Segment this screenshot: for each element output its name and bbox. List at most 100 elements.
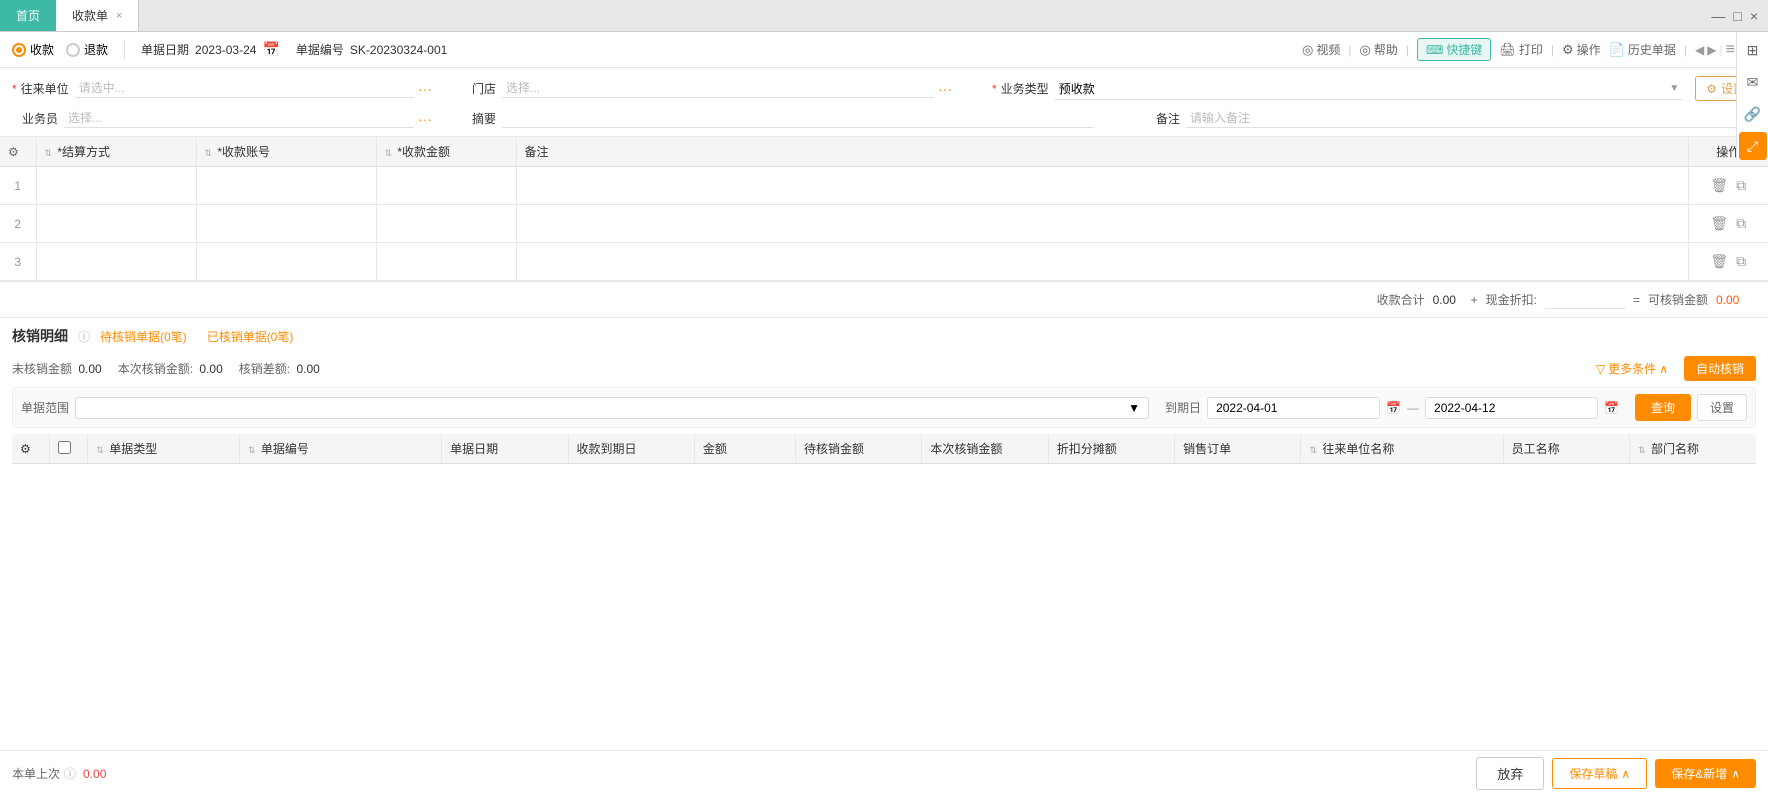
gear-icon-2[interactable]: ⚙ [20, 442, 31, 456]
help-icon: ◎ [1360, 42, 1371, 58]
radio-refund-dot [66, 43, 80, 57]
more-conditions-button[interactable]: ▽ 更多条件 ∧ [1596, 360, 1668, 377]
delete-icon-1[interactable]: 🗑 [1710, 177, 1728, 194]
doc-label: 单据编号 [296, 41, 344, 58]
delete-icon-3[interactable]: 🗑 [1710, 253, 1728, 270]
maximize-button[interactable]: □ [1733, 8, 1741, 24]
date-from-input[interactable] [1207, 397, 1380, 419]
th-gear[interactable]: ⚙ [0, 137, 36, 167]
unverified-val: 0.00 [78, 362, 101, 376]
settings-gear-icon: ⚙ [1706, 82, 1717, 96]
bottom-label: 本单上次 [12, 765, 60, 782]
tab-receipt[interactable]: 收款单 × [56, 0, 139, 31]
diff-val: 0.00 [296, 362, 319, 376]
sidebar-clip-icon[interactable]: 🔗 [1739, 100, 1767, 128]
cell-account-3[interactable] [196, 243, 376, 281]
staff-more-icon[interactable]: ··· [418, 111, 432, 127]
cell-amount-2[interactable] [376, 205, 516, 243]
doc-range-select[interactable]: ▼ [75, 397, 1149, 419]
tab-close-icon[interactable]: × [116, 10, 122, 22]
save-button[interactable]: 保存&新增 ∧ [1655, 759, 1756, 788]
video-button[interactable]: ◎ 视频 [1302, 41, 1340, 58]
sidebar-table-icon[interactable]: ⊞ [1739, 36, 1767, 64]
help-button[interactable]: ◎ 帮助 [1360, 41, 1398, 58]
calendar-icon[interactable]: 📅 [262, 41, 279, 58]
tab-home[interactable]: 首页 [0, 0, 56, 31]
sort-icon-doc-no: ⇅ [248, 445, 256, 455]
store-more-icon[interactable]: ··· [938, 81, 952, 97]
sort-icon-dept: ⇅ [1638, 445, 1646, 455]
copy-icon-3[interactable]: ⧉ [1736, 253, 1746, 270]
counterpart-more-icon[interactable]: ··· [418, 81, 432, 97]
biz-type-select[interactable]: 预收款 ▼ [1055, 78, 1684, 100]
delete-icon-2[interactable]: 🗑 [1710, 215, 1728, 232]
verify-header: 核销明细 ⓘ 待核销单据(0笔) 已核销单据(0笔) [12, 326, 1756, 346]
cal-icon-2[interactable]: 📅 [1604, 401, 1619, 415]
radio-receive[interactable]: 收款 [12, 41, 54, 58]
cell-remark-2[interactable] [516, 205, 1688, 243]
sort-icon-doc-type: ⇅ [96, 445, 104, 455]
cell-account-2[interactable] [196, 205, 376, 243]
store-input[interactable] [502, 79, 934, 98]
bottom-info-icon[interactable]: ⓘ [64, 765, 76, 782]
cell-remark-1[interactable] [516, 167, 1688, 205]
counterpart-input[interactable] [75, 79, 414, 98]
list-icon[interactable]: ≡ [1726, 41, 1735, 59]
copy-icon-2[interactable]: ⧉ [1736, 215, 1746, 232]
minimize-button[interactable]: — [1711, 8, 1725, 24]
ops-button[interactable]: ⚙ 操作 [1562, 41, 1601, 58]
staff-field: 业务员 ··· [12, 109, 432, 128]
gear-icon[interactable]: ⚙ [8, 145, 19, 159]
nav-left-icon[interactable]: ◀ [1695, 43, 1704, 57]
history-button[interactable]: 📄 历史单据 [1609, 41, 1676, 58]
cell-settle-2[interactable] [36, 205, 196, 243]
verify-info-icon[interactable]: ⓘ [78, 328, 90, 345]
draft-button[interactable]: 保存草稿 ∧ [1552, 758, 1647, 789]
verify-done-tab[interactable]: 已核销单据(0笔) [207, 328, 294, 345]
auto-verify-button[interactable]: 自动核销 [1684, 356, 1756, 381]
summary-input[interactable] [502, 109, 1094, 128]
print-button[interactable]: 🖨 打印 [1499, 41, 1543, 58]
date-value[interactable]: 2023-03-24 [195, 43, 256, 57]
staff-input[interactable] [64, 109, 414, 128]
shortcut-button[interactable]: ⌨ 快捷键 [1417, 38, 1491, 61]
select-all-checkbox[interactable] [58, 441, 71, 454]
nav-right-icon[interactable]: ▶ [1707, 43, 1716, 57]
cell-settle-1[interactable] [36, 167, 196, 205]
cal-icon-1[interactable]: 📅 [1386, 401, 1401, 415]
summary-row: 收款合计 0.00 + 现金折扣: = 可核销金额 0.00 [0, 282, 1768, 318]
shortcut-label: 快捷键 [1446, 41, 1482, 58]
sort-icon-counterpart: ⇅ [1309, 445, 1317, 455]
remark-field: 备注 [1134, 109, 1756, 128]
cell-amount-3[interactable] [376, 243, 516, 281]
verify-pending-tab[interactable]: 待核销单据(0笔) [100, 328, 187, 345]
th-amount: ⇅ *收款金额 [376, 137, 516, 167]
cell-amount-1[interactable] [376, 167, 516, 205]
close-button[interactable]: × [1750, 8, 1758, 24]
receipt-table-wrapper: ⚙ ⇅ *结算方式 ⇅ *收款账号 ⇅ *收款金额 [0, 137, 1768, 281]
th-amount: 金额 [694, 434, 795, 464]
cell-account-1[interactable] [196, 167, 376, 205]
remark-input[interactable] [1186, 109, 1756, 128]
cell-ops-3: 🗑 ⧉ [1688, 243, 1768, 281]
due-date-label: 到期日 [1165, 399, 1201, 416]
discount-input[interactable] [1545, 290, 1625, 309]
cell-settle-3[interactable] [36, 243, 196, 281]
result-val: 0.00 [1716, 293, 1756, 307]
sidebar-mail-icon[interactable]: ✉ [1739, 68, 1767, 96]
store-field: 门店 ··· [472, 79, 952, 98]
settings-button-2[interactable]: 设置 [1697, 394, 1747, 421]
cell-remark-3[interactable] [516, 243, 1688, 281]
filter-row: 单据范围 ▼ 到期日 📅 — 📅 查询 设置 [12, 387, 1756, 428]
sidebar-frame-icon[interactable]: ⤢ [1739, 132, 1767, 160]
main-container: 收款 退款 单据日期 2023-03-24 📅 单据编号 SK-20230324… [0, 32, 1768, 796]
radio-refund[interactable]: 退款 [66, 41, 108, 58]
doc-range-field: 单据范围 ▼ [21, 397, 1149, 419]
date-to-input[interactable] [1425, 397, 1598, 419]
video-label: 视频 [1316, 41, 1340, 58]
copy-icon-1[interactable]: ⧉ [1736, 177, 1746, 194]
toolbar-divider-1 [124, 40, 125, 60]
query-button[interactable]: 查询 [1635, 394, 1691, 421]
discard-button[interactable]: 放弃 [1476, 757, 1544, 790]
table-row: 3 🗑 ⧉ [0, 243, 1768, 281]
